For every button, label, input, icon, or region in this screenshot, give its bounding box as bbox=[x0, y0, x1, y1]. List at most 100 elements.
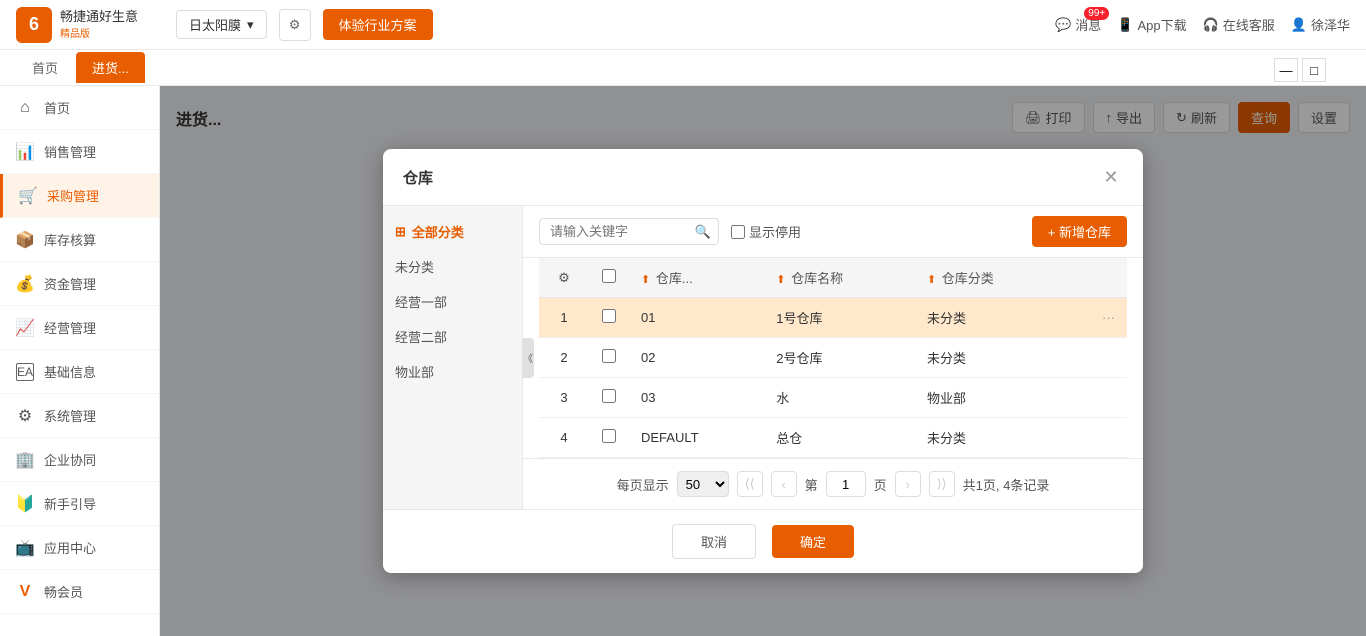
modal-close-button[interactable]: ✕ bbox=[1099, 165, 1123, 189]
header-right: 💬 消息 99+ 📱 App下载 🎧 在线客服 👤 徐泽华 bbox=[1055, 15, 1350, 34]
business-icon: 📈 bbox=[16, 319, 34, 337]
modal-body: ⊞ 全部分类 未分类 经营一部 经营二部 物业部 bbox=[383, 206, 1143, 509]
sidebar-item-purchase[interactable]: 🛒 采购管理 bbox=[0, 174, 159, 218]
warehouse-search-input[interactable] bbox=[539, 218, 719, 245]
settings-icon[interactable]: ⚙ bbox=[279, 9, 311, 41]
finance-icon: 💰 bbox=[16, 275, 34, 293]
prev-page-button[interactable]: ‹ bbox=[771, 471, 797, 497]
row-check[interactable] bbox=[589, 338, 629, 378]
online-service-button[interactable]: 🎧 在线客服 bbox=[1203, 15, 1275, 34]
sidebar-item-business[interactable]: 📈 经营管理 bbox=[0, 306, 159, 350]
show-disabled-label[interactable]: 显示停用 bbox=[731, 222, 801, 241]
sidebar-item-sales[interactable]: 📊 销售管理 bbox=[0, 130, 159, 174]
modal-footer: 取消 确定 bbox=[383, 509, 1143, 573]
category-sales-dept-1[interactable]: 经营一部 bbox=[383, 284, 522, 319]
table-row[interactable]: 4 DEFAULT 总仓 未分类 bbox=[539, 418, 1127, 458]
row-category: 未分类 bbox=[915, 298, 1066, 338]
sort-icon-name: ⬆ bbox=[776, 274, 785, 286]
select-all-checkbox[interactable] bbox=[602, 269, 616, 283]
page-number-input[interactable] bbox=[826, 471, 866, 497]
category-sales-dept-2[interactable]: 经营二部 bbox=[383, 319, 522, 354]
table-row[interactable]: 3 03 水 物业部 bbox=[539, 378, 1127, 418]
logo-text-block: 畅捷通好生意 精品版 bbox=[60, 9, 138, 41]
home-icon: ⌂ bbox=[16, 99, 34, 117]
category-unclassified[interactable]: 未分类 bbox=[383, 249, 522, 284]
row-check[interactable] bbox=[589, 418, 629, 458]
app-center-icon: 📺 bbox=[16, 539, 34, 557]
tab-minimize-button[interactable]: — bbox=[1274, 58, 1298, 82]
sidebar-item-guide[interactable]: 🔰 新手引导 bbox=[0, 482, 159, 526]
tab-expand-button[interactable]: □ bbox=[1302, 58, 1326, 82]
store-selector[interactable]: 日太阳膜 ▾ bbox=[176, 10, 267, 39]
sidebar-label-enterprise: 企业协同 bbox=[44, 450, 96, 469]
page-prefix: 第 bbox=[805, 475, 818, 494]
row-check[interactable] bbox=[589, 378, 629, 418]
next-page-button[interactable]: › bbox=[895, 471, 921, 497]
col-header-code: ⬆ 仓库... bbox=[629, 258, 764, 298]
username-label: 徐泽华 bbox=[1311, 15, 1350, 34]
sidebar-label-app-center: 应用中心 bbox=[44, 538, 96, 557]
app-download-button[interactable]: 📱 App下载 bbox=[1117, 15, 1186, 34]
row-code: 02 bbox=[629, 338, 764, 378]
system-icon: ⚙ bbox=[16, 407, 34, 425]
headset-icon: 🎧 bbox=[1203, 17, 1219, 33]
sidebar-label-purchase: 采购管理 bbox=[47, 186, 99, 205]
search-input-wrap: 🔍 bbox=[539, 218, 719, 245]
sales-icon: 📊 bbox=[16, 143, 34, 161]
modal-overlay: 仓库 ✕ ⊞ 全部分类 未分类 经营一 bbox=[160, 86, 1366, 636]
add-warehouse-button[interactable]: + 新增仓库 bbox=[1032, 216, 1127, 247]
total-info: 共1页, 4条记录 bbox=[963, 475, 1050, 494]
sidebar-item-home[interactable]: ⌂ 首页 bbox=[0, 86, 159, 130]
top-header: 6 畅捷通好生意 精品版 日太阳膜 ▾ ⚙ 体验行业方案 💬 消息 99+ 📱 … bbox=[0, 0, 1366, 50]
first-page-button[interactable]: ⟨⟨ bbox=[737, 471, 763, 497]
try-industry-button[interactable]: 体验行业方案 bbox=[323, 9, 433, 40]
main-layout: ⌂ 首页 📊 销售管理 🛒 采购管理 📦 库存核算 💰 资金管理 📈 经营管理 … bbox=[0, 86, 1366, 636]
row-check[interactable] bbox=[589, 298, 629, 338]
mobile-icon: 📱 bbox=[1117, 17, 1133, 33]
show-disabled-checkbox[interactable] bbox=[731, 225, 745, 239]
row-name: 1号仓库 bbox=[764, 298, 915, 338]
row-num: 1 bbox=[539, 298, 589, 338]
table-row[interactable]: 2 02 2号仓库 未分类 bbox=[539, 338, 1127, 378]
search-area: 🔍 显示停用 bbox=[539, 218, 801, 245]
row-actions: ··· bbox=[1066, 298, 1127, 338]
sidebar-item-inventory[interactable]: 📦 库存核算 bbox=[0, 218, 159, 262]
sidebar-collapse-button[interactable]: 《 bbox=[522, 338, 534, 378]
row-actions bbox=[1066, 338, 1127, 378]
row-code: DEFAULT bbox=[629, 418, 764, 458]
sidebar-item-system[interactable]: ⚙ 系统管理 bbox=[0, 394, 159, 438]
cancel-button[interactable]: 取消 bbox=[672, 524, 756, 559]
row-name: 2号仓库 bbox=[764, 338, 915, 378]
messages-button[interactable]: 💬 消息 99+ bbox=[1055, 15, 1101, 34]
category-property[interactable]: 物业部 bbox=[383, 354, 522, 389]
sidebar-label-system: 系统管理 bbox=[44, 406, 96, 425]
col-header-actions bbox=[1066, 258, 1127, 298]
sidebar-item-basic-info[interactable]: EA 基础信息 bbox=[0, 350, 159, 394]
per-page-select[interactable]: 50 20 100 bbox=[677, 471, 729, 497]
tab-purchase[interactable]: 进货... bbox=[76, 52, 145, 83]
confirm-button[interactable]: 确定 bbox=[772, 525, 854, 558]
last-page-button[interactable]: ⟩⟩ bbox=[929, 471, 955, 497]
main-content: 进货... 🖨 打印 ↑ 导出 ↻ 刷新 查询 bbox=[160, 86, 1366, 636]
tab-home[interactable]: 首页 bbox=[16, 52, 74, 83]
vip-icon: V bbox=[16, 583, 34, 601]
all-categories-item[interactable]: ⊞ 全部分类 bbox=[383, 214, 522, 249]
logo-sub: 精品版 bbox=[60, 25, 138, 40]
per-page-label: 每页显示 bbox=[617, 475, 669, 494]
sidebar-item-vip[interactable]: V 畅会员 bbox=[0, 570, 159, 614]
sidebar-label-business: 经营管理 bbox=[44, 318, 96, 337]
row-actions bbox=[1066, 418, 1127, 458]
row-code: 03 bbox=[629, 378, 764, 418]
sidebar-item-finance[interactable]: 💰 资金管理 bbox=[0, 262, 159, 306]
user-avatar[interactable]: 👤 徐泽华 bbox=[1291, 15, 1350, 34]
col-header-category: ⬆ 仓库分类 bbox=[915, 258, 1066, 298]
tab-controls: — □ bbox=[1274, 58, 1326, 82]
modal-toolbar: 🔍 显示停用 + 新增仓库 bbox=[523, 206, 1143, 258]
sidebar-item-app-center[interactable]: 📺 应用中心 bbox=[0, 526, 159, 570]
online-service-label: 在线客服 bbox=[1223, 15, 1275, 34]
sidebar-item-enterprise[interactable]: 🏢 企业协同 bbox=[0, 438, 159, 482]
table-row[interactable]: 1 01 1号仓库 未分类 ··· bbox=[539, 298, 1127, 338]
modal-main-area: 🔍 显示停用 + 新增仓库 bbox=[523, 206, 1143, 509]
sidebar: ⌂ 首页 📊 销售管理 🛒 采购管理 📦 库存核算 💰 资金管理 📈 经营管理 … bbox=[0, 86, 160, 636]
message-icon: 💬 bbox=[1055, 17, 1071, 33]
